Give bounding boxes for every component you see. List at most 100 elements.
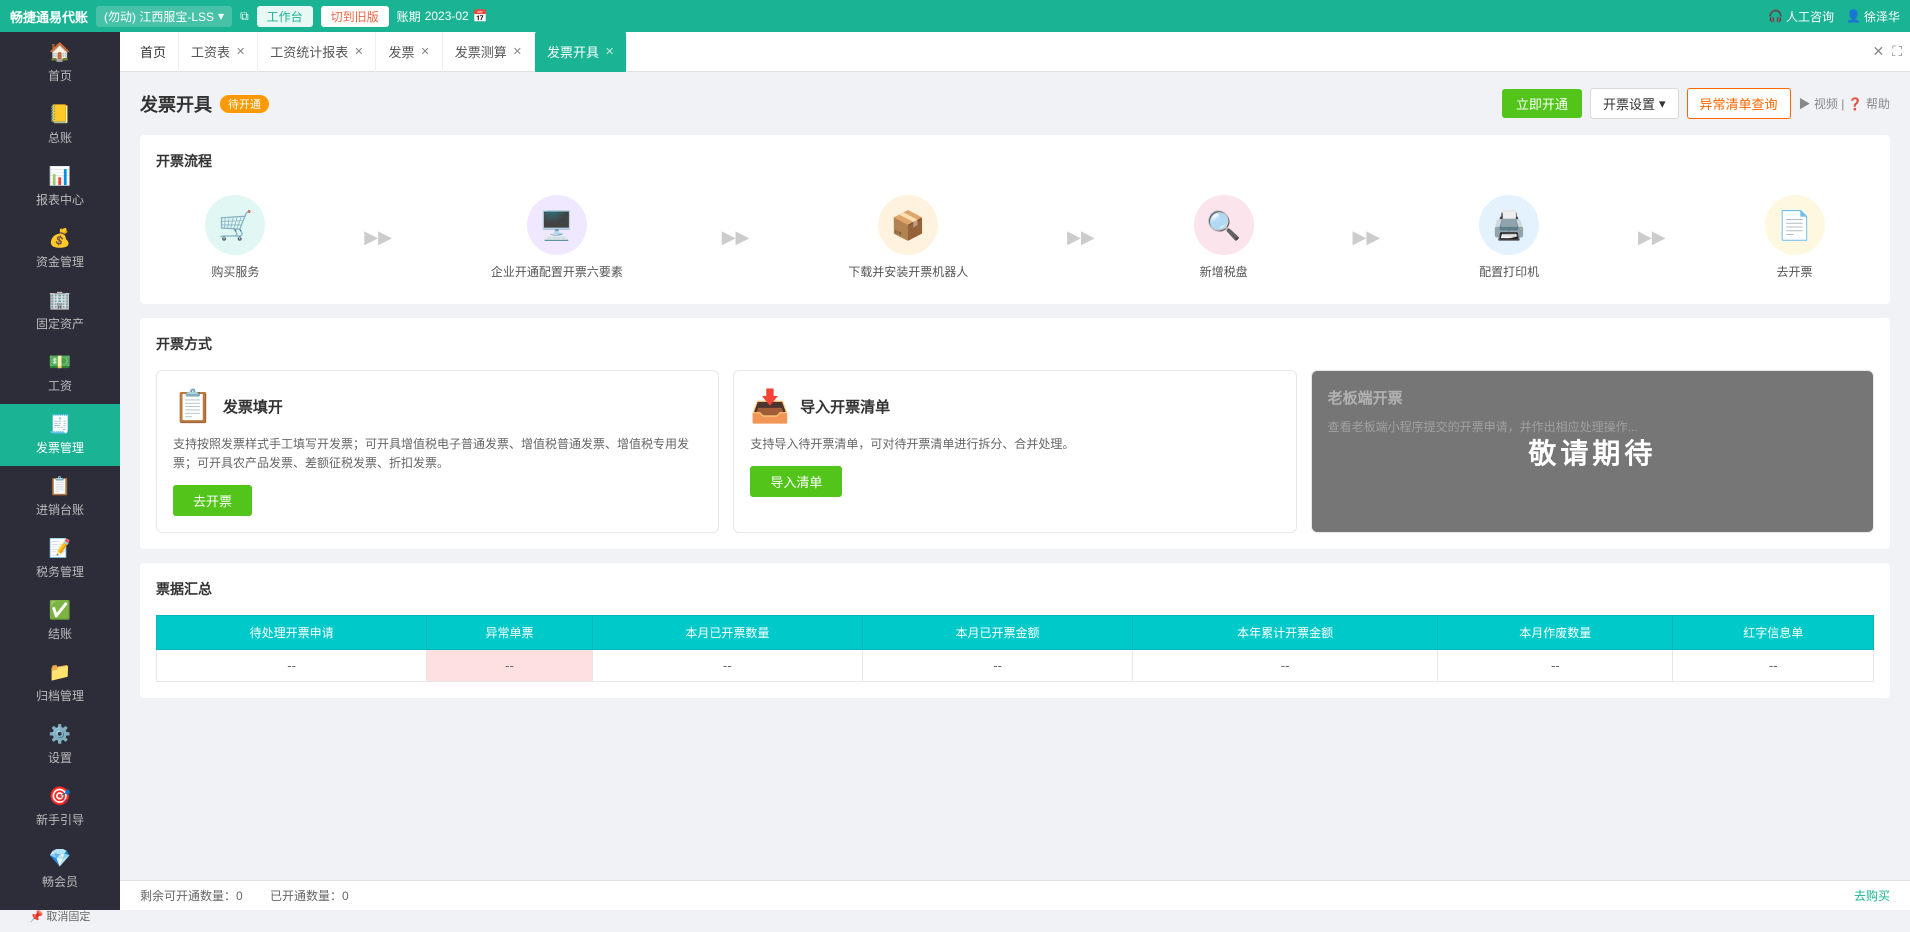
- sidebar-label-salary: 工资: [48, 377, 72, 394]
- person-icon: 👤: [1846, 9, 1861, 23]
- col-void-count: 本月作废数量: [1438, 616, 1673, 650]
- sidebar-item-funds[interactable]: 💰 资金管理: [0, 218, 120, 280]
- method-manual-title: 发票填开: [223, 396, 283, 417]
- tab-salary-report[interactable]: 工资统计报表 ✕: [258, 32, 376, 72]
- tab-invoice-list[interactable]: 发票 ✕: [376, 32, 442, 72]
- company-name: (勿动) 江西服宝-LSS: [104, 8, 214, 25]
- method-import: 📥 导入开票清单 支持导入待开票清单，可对待开票清单进行拆分、合并处理。 导入清…: [733, 370, 1296, 533]
- sidebar-item-settlement[interactable]: ✅ 结账: [0, 590, 120, 652]
- summary-header-row: 待处理开票申请 异常单票 本月已开票数量 本月已开票金额 本年累计开票金额 本月…: [157, 616, 1874, 650]
- cell-void-count: --: [1438, 650, 1673, 682]
- tab-expand-icon[interactable]: ⛶: [1892, 43, 1902, 60]
- step-issue-icon: 📄: [1765, 195, 1825, 255]
- import-list-button[interactable]: 导入清单: [750, 466, 842, 497]
- method-import-title: 导入开票清单: [800, 396, 890, 417]
- funds-icon: 💰: [49, 228, 71, 249]
- tab-home[interactable]: 首页: [128, 32, 179, 72]
- sidebar-item-salary[interactable]: 💵 工资: [0, 342, 120, 404]
- invoice-icon: 🧾: [49, 414, 71, 435]
- username-label: 徐泽华: [1864, 8, 1900, 25]
- sidebar-item-purchase[interactable]: 📋 进销台账: [0, 466, 120, 528]
- immediate-open-button[interactable]: 立即开通: [1502, 89, 1582, 118]
- sidebar-label-purchase: 进销台账: [36, 501, 84, 518]
- step-issue[interactable]: 📄 去开票: [1765, 195, 1825, 280]
- sidebar-item-assets[interactable]: 🏢 固定资产: [0, 280, 120, 342]
- page-title-row: 发票开具 待开通: [140, 91, 269, 117]
- consult-button[interactable]: 🎧 人工咨询: [1768, 8, 1834, 25]
- sidebar-item-guide[interactable]: 🎯 新手引导: [0, 776, 120, 838]
- buy-link[interactable]: 去购买: [1854, 887, 1890, 904]
- summary-section-title: 票据汇总: [156, 579, 1874, 599]
- step-download-icon: 📦: [878, 195, 938, 255]
- copy-icon[interactable]: ⧉: [240, 9, 249, 24]
- step-printer-icon: 🖨️: [1479, 195, 1539, 255]
- step-taxdisk[interactable]: 🔍 新增税盘: [1194, 195, 1254, 280]
- tab-salary-report-close[interactable]: ✕: [354, 45, 363, 58]
- status-badge: 待开通: [220, 95, 269, 113]
- step-buy[interactable]: 🛒 购买服务: [205, 195, 265, 280]
- sidebar-item-settings[interactable]: ⚙️ 设置: [0, 714, 120, 776]
- sidebar-item-vip[interactable]: 💎 畅会员: [0, 838, 120, 900]
- abnormal-query-button[interactable]: 异常清单查询: [1687, 88, 1791, 119]
- help-icon: ❓: [1848, 97, 1863, 111]
- process-steps: 🛒 购买服务 ▶▶ 🖥️ 企业开通配置开票六要素 ▶▶ 📦 下载并安装开票机器人…: [156, 187, 1874, 288]
- step-taxdisk-icon: 🔍: [1194, 195, 1254, 255]
- sidebar-label-settings: 设置: [48, 749, 72, 766]
- video-help-btn[interactable]: ▶ 视频 | ❓ 帮助: [1799, 95, 1890, 112]
- sidebar-label-reports: 报表中心: [36, 191, 84, 208]
- workbench-button[interactable]: 工作台: [257, 6, 313, 27]
- coming-soon-text: 敬请期待: [1528, 432, 1656, 472]
- tab-invoice-calc-close[interactable]: ✕: [513, 45, 522, 58]
- tab-salary-table[interactable]: 工资表 ✕: [179, 32, 258, 72]
- header-actions: 立即开通 开票设置 ▾ 异常清单查询 ▶ 视频 | ❓ 帮助: [1502, 88, 1890, 119]
- sidebar-item-reports[interactable]: 📊 报表中心: [0, 156, 120, 218]
- vip-icon: 💎: [49, 848, 71, 869]
- arrow-3: ▶▶: [1067, 227, 1095, 248]
- sidebar-item-invoice[interactable]: 🧾 发票管理: [0, 404, 120, 466]
- opened-quota: 已开通数量：0: [270, 889, 349, 903]
- settlement-icon: ✅: [49, 600, 71, 621]
- tab-close-all-icon[interactable]: ✕: [1872, 43, 1884, 60]
- sidebar-pin-toggle[interactable]: 📌 取消固定: [0, 900, 120, 932]
- tab-invoice-calc[interactable]: 发票测算 ✕: [443, 32, 535, 72]
- cell-abnormal: --: [427, 650, 593, 682]
- old-version-button[interactable]: 切到旧版: [321, 6, 389, 27]
- tab-salary-report-label: 工资统计报表: [270, 42, 348, 61]
- tab-invoice-issue[interactable]: 发票开具 ✕: [535, 32, 627, 72]
- method-import-header: 📥 导入开票清单: [750, 387, 1279, 425]
- step-config[interactable]: 🖥️ 企业开通配置开票六要素: [491, 195, 623, 280]
- manual-issue-button[interactable]: 去开票: [173, 485, 252, 516]
- tab-invoice-issue-close[interactable]: ✕: [605, 45, 614, 58]
- process-section-title: 开票流程: [156, 151, 1874, 171]
- col-monthly-amount: 本月已开票金额: [862, 616, 1132, 650]
- sidebar-label-home: 首页: [48, 67, 72, 84]
- remaining-quota: 剩余可开通数量：0: [140, 889, 243, 903]
- sidebar-item-archive[interactable]: 📁 归档管理: [0, 652, 120, 714]
- tab-salary-table-label: 工资表: [191, 42, 230, 61]
- home-icon: 🏠: [49, 42, 71, 63]
- tab-bar-actions: ✕ ⛶: [1872, 43, 1902, 60]
- company-selector[interactable]: (勿动) 江西服宝-LSS ▾: [96, 6, 232, 27]
- ticket-settings-button[interactable]: 开票设置 ▾: [1590, 88, 1679, 119]
- col-pending: 待处理开票申请: [157, 616, 427, 650]
- arrow-5: ▶▶: [1638, 227, 1666, 248]
- step-download[interactable]: 📦 下载并安装开票机器人: [848, 195, 968, 280]
- sidebar-item-ledger[interactable]: 📒 总账: [0, 94, 120, 156]
- sidebar-item-home[interactable]: 🏠 首页: [0, 32, 120, 94]
- top-bar: 畅捷通易代账 (勿动) 江西服宝-LSS ▾ ⧉ 工作台 切到旧版 账期 202…: [0, 0, 1910, 32]
- tab-bar: 首页 工资表 ✕ 工资统计报表 ✕ 发票 ✕ 发票测算 ✕ 发票开具 ✕: [120, 32, 1910, 72]
- invoice-methods: 📋 发票填开 支持按照发票样式手工填写开发票；可开具增值税电子普通发票、增值税普…: [156, 370, 1874, 533]
- sidebar-label-ledger: 总账: [48, 129, 72, 146]
- reports-icon: 📊: [49, 166, 71, 187]
- calendar-icon[interactable]: 📅: [473, 9, 488, 23]
- sidebar-item-tax[interactable]: 📝 税务管理: [0, 528, 120, 590]
- tab-invoice-list-close[interactable]: ✕: [421, 45, 430, 58]
- pin-label: 取消固定: [46, 911, 90, 923]
- sidebar-label-vip: 畅会员: [42, 873, 78, 890]
- tab-salary-table-close[interactable]: ✕: [236, 45, 245, 58]
- user-avatar[interactable]: 👤 徐泽华: [1846, 8, 1900, 25]
- cell-monthly-count: --: [592, 650, 862, 682]
- step-printer[interactable]: 🖨️ 配置打印机: [1479, 195, 1539, 280]
- headset-icon: 🎧: [1768, 9, 1783, 23]
- arrow-2: ▶▶: [722, 227, 750, 248]
